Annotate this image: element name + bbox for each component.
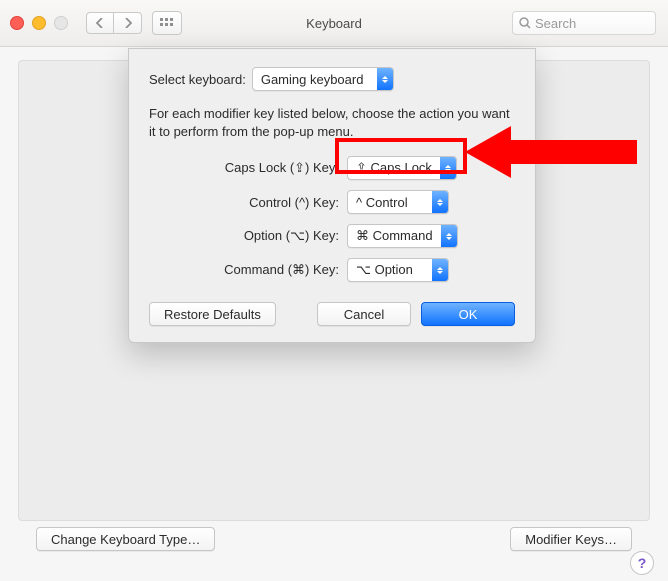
- popup-arrows-icon: [441, 225, 457, 247]
- option-value: ⌘ Command: [348, 228, 441, 244]
- help-icon: ?: [638, 555, 647, 571]
- preferences-window: Keyboard Search Select keyboard: Gaming …: [0, 0, 668, 581]
- restore-defaults-button[interactable]: Restore Defaults: [149, 302, 276, 326]
- forward-button[interactable]: [114, 12, 142, 34]
- popup-arrows-icon: [440, 157, 456, 179]
- traffic-lights: [10, 16, 68, 30]
- command-popup[interactable]: ⌥ Option: [347, 258, 449, 282]
- select-keyboard-value: Gaming keyboard: [253, 72, 377, 87]
- nav-buttons: [86, 12, 142, 34]
- select-keyboard-label: Select keyboard:: [149, 72, 246, 87]
- command-value: ⌥ Option: [348, 262, 432, 278]
- control-value: ^ Control: [348, 195, 432, 210]
- control-label: Control (^) Key:: [149, 195, 339, 210]
- back-button[interactable]: [86, 12, 114, 34]
- chevron-left-icon: [96, 18, 104, 28]
- modifier-keys-button[interactable]: Modifier Keys…: [510, 527, 632, 551]
- control-popup[interactable]: ^ Control: [347, 190, 449, 214]
- command-label: Command (⌘) Key:: [149, 262, 339, 278]
- search-field[interactable]: Search: [512, 11, 656, 35]
- change-keyboard-type-button[interactable]: Change Keyboard Type…: [36, 527, 215, 551]
- help-button[interactable]: ?: [630, 551, 654, 575]
- show-all-button[interactable]: [152, 11, 182, 35]
- bottom-button-row: Change Keyboard Type… Modifier Keys…: [36, 527, 632, 551]
- caps-lock-value: ⇪ Caps Lock: [348, 160, 440, 176]
- option-label: Option (⌥) Key:: [149, 228, 339, 244]
- modifier-keys-sheet: Select keyboard: Gaming keyboard For eac…: [128, 48, 536, 343]
- ok-button[interactable]: OK: [421, 302, 515, 326]
- minimize-window-button[interactable]: [32, 16, 46, 30]
- grid-icon: [160, 18, 174, 28]
- caps-lock-label: Caps Lock (⇪) Key:: [149, 160, 339, 176]
- popup-arrows-icon: [432, 259, 448, 281]
- close-window-button[interactable]: [10, 16, 24, 30]
- titlebar: Keyboard Search: [0, 0, 668, 47]
- search-icon: [519, 17, 531, 29]
- zoom-window-button[interactable]: [54, 16, 68, 30]
- popup-arrows-icon: [432, 191, 448, 213]
- select-keyboard-popup[interactable]: Gaming keyboard: [252, 67, 394, 91]
- search-placeholder: Search: [535, 16, 576, 31]
- chevron-right-icon: [124, 18, 132, 28]
- caps-lock-popup[interactable]: ⇪ Caps Lock: [347, 156, 457, 180]
- popup-arrows-icon: [377, 68, 393, 90]
- cancel-button[interactable]: Cancel: [317, 302, 411, 326]
- option-popup[interactable]: ⌘ Command: [347, 224, 458, 248]
- dialog-hint: For each modifier key listed below, choo…: [149, 105, 515, 140]
